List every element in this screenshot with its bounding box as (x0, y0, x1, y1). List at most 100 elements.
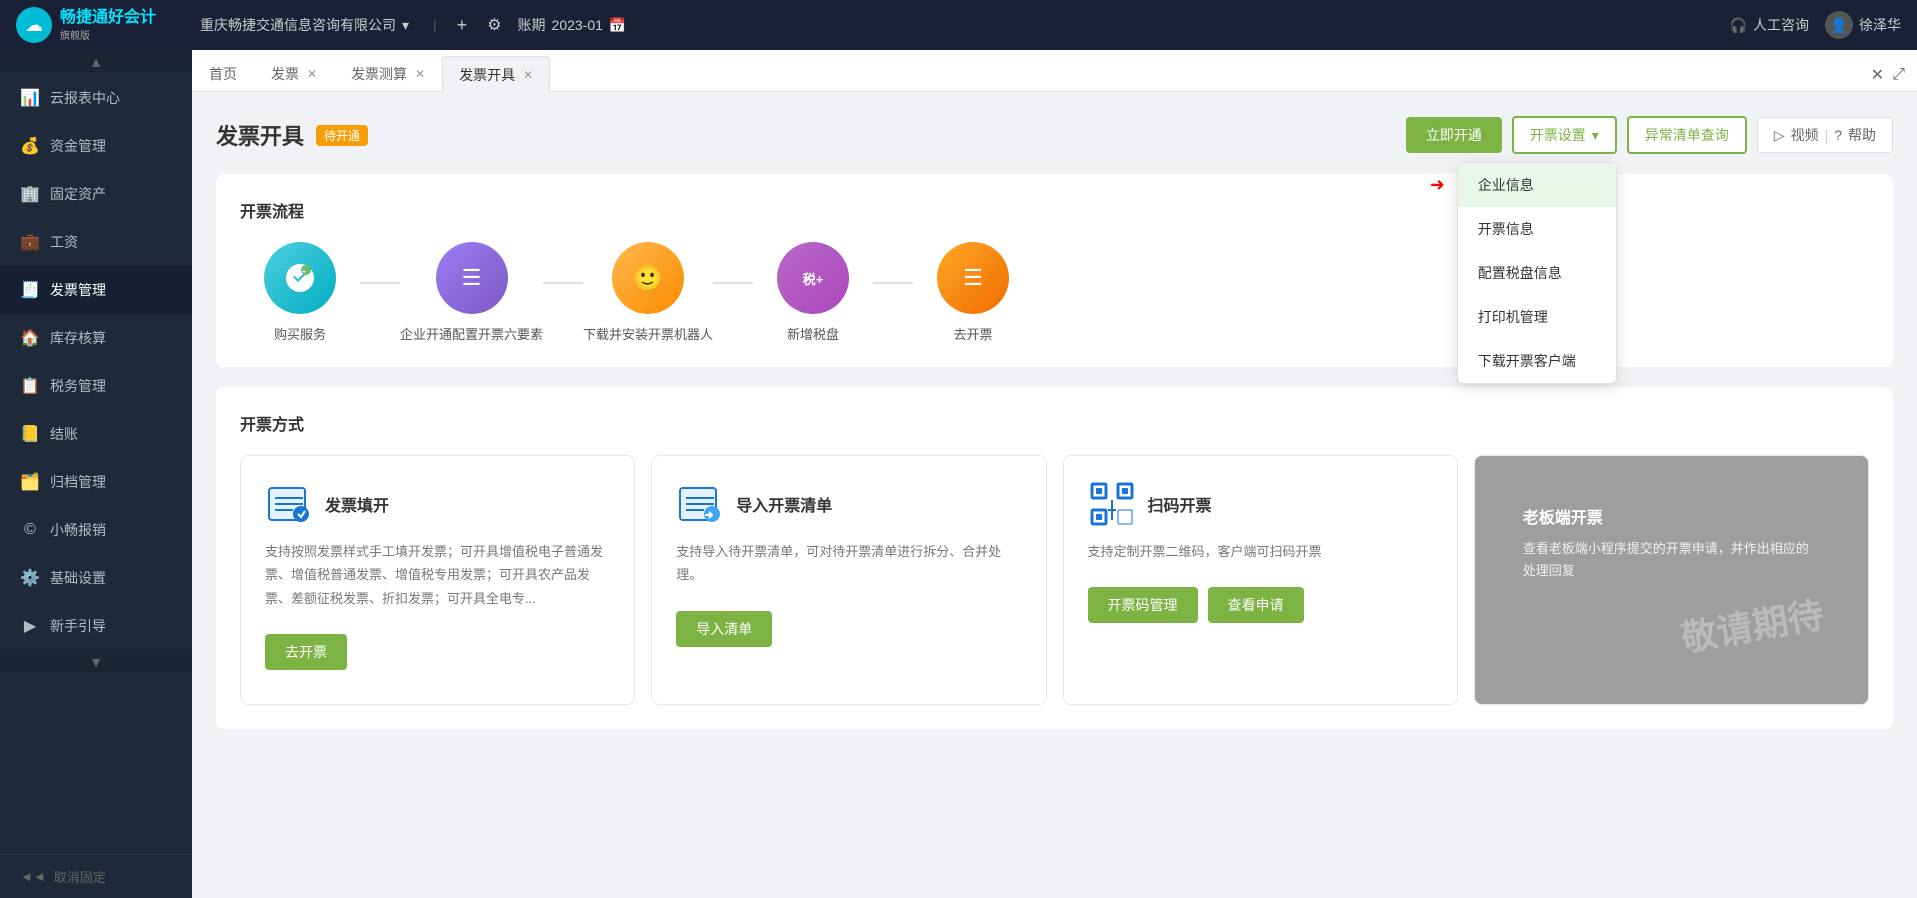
maximize-button[interactable]: ⤢ (1892, 66, 1905, 84)
settings-button[interactable]: 开票设置 ▾ (1512, 116, 1617, 154)
dropdown-item-tax-config[interactable]: 配置税盘信息 (1458, 251, 1616, 295)
tab-close-button[interactable]: ✕ (415, 67, 425, 81)
chart-icon: 📊 (20, 88, 40, 108)
username: 徐泽华 (1859, 15, 1901, 35)
consultant-button[interactable]: 🎧 人工咨询 (1730, 15, 1809, 35)
chevron-down-icon: ▾ (402, 17, 409, 34)
calendar-icon[interactable]: 📅 (609, 17, 626, 34)
tab-close-button[interactable]: ✕ (307, 67, 317, 81)
play-circle-icon: ▷ (1774, 127, 1785, 144)
content-area: 首页 发票 ✕ 发票测算 ✕ 发票开具 ✕ ✕ ⤢ (192, 50, 1917, 898)
top-right: 🎧 人工咨询 👤 徐泽华 (1730, 11, 1901, 39)
invoice-icon: 🧾 (20, 280, 40, 300)
tab-bar: 首页 发票 ✕ 发票测算 ✕ 发票开具 ✕ ✕ ⤢ (192, 50, 1917, 92)
archive-icon: 🗂️ (20, 472, 40, 492)
user-info[interactable]: 👤 徐泽华 (1825, 11, 1901, 39)
method-card-scan: 扫码开票 支持定制开票二维码，客户端可扫码开票 开票码管理 查看申请 (1063, 455, 1458, 705)
close-tab-button[interactable]: ✕ (1871, 65, 1884, 85)
tab-invoice[interactable]: 发票 ✕ (254, 55, 334, 91)
consultant-label: 人工咨询 (1753, 15, 1809, 35)
tab-invoice-issue[interactable]: 发票开具 ✕ (442, 56, 550, 92)
avatar: 👤 (1825, 11, 1853, 39)
qr-manage-button[interactable]: 开票码管理 (1088, 587, 1198, 623)
page-content: 发票开具 待开通 立即开通 开票设置 ▾ ➜ (192, 92, 1917, 898)
tab-invoice-calc[interactable]: 发票测算 ✕ (334, 55, 442, 91)
sidebar-item-label: 结账 (50, 424, 78, 444)
manual-invoice-button[interactable]: 去开票 (265, 634, 347, 670)
dropdown-item-download-client[interactable]: 下载开票客户端 (1458, 339, 1616, 383)
import-list-button[interactable]: 导入清单 (676, 611, 772, 647)
svg-text:+: + (302, 267, 307, 276)
process-icon-2: ☰ (436, 242, 508, 314)
activate-button[interactable]: 立即开通 (1406, 117, 1502, 153)
play-icon: ▶ (20, 616, 40, 636)
sidebar-item-tax-mgmt[interactable]: 📋 税务管理 (0, 362, 192, 410)
process-step-3: 🙂 下载并安装开票机器人 (583, 242, 713, 343)
view-apply-button[interactable]: 查看申请 (1208, 587, 1304, 623)
abnormal-list-button[interactable]: 异常清单查询 (1627, 116, 1747, 154)
video-help-button[interactable]: ▷ 视频 | ? 帮助 (1757, 117, 1893, 153)
sidebar-item-label: 税务管理 (50, 376, 106, 396)
sidebar-item-new-guide[interactable]: ▶ 新手引导 (0, 602, 192, 650)
tab-home[interactable]: 首页 (192, 55, 254, 91)
sidebar-item-label: 工资 (50, 232, 78, 252)
sidebar-item-fixed-assets[interactable]: 🏢 固定资产 (0, 170, 192, 218)
dropdown-item-printer[interactable]: 打印机管理 (1458, 295, 1616, 339)
sidebar-item-archive[interactable]: 🗂️ 归档管理 (0, 458, 192, 506)
method-title-import: 导入开票清单 (736, 492, 832, 516)
dropdown-item-company[interactable]: ➜ 企业信息 (1458, 163, 1616, 207)
process-step-2: ☰ 企业开通配置开票六要素 (400, 242, 543, 343)
boss-card-content: 老板端开票 查看老板端小程序提交的开票申请，并作出相应的处理回复 敬请期待 (1499, 480, 1844, 680)
process-step-4: 税+ 新增税盘 (753, 242, 873, 343)
process-connector (360, 282, 400, 284)
process-icon-3: 🙂 (612, 242, 684, 314)
sidebar-item-payroll[interactable]: 💼 工资 (0, 218, 192, 266)
process-step-5: ☰ 去开票 (913, 242, 1033, 343)
process-section: 开票流程 + 购买服务 ☰ 企业开通配置开票六 (216, 174, 1893, 367)
tab-close-button[interactable]: ✕ (523, 68, 533, 82)
logo-icon: ☁ (16, 7, 52, 43)
sidebar-item-inventory[interactable]: 🏠 库存核算 (0, 314, 192, 362)
process-connector (543, 282, 583, 284)
tax-icon: 📋 (20, 376, 40, 396)
scan-buttons: 开票码管理 查看申请 (1088, 579, 1433, 623)
sidebar-item-label: 云报表中心 (50, 88, 120, 108)
sidebar-item-invoice-mgmt[interactable]: 🧾 发票管理 (0, 266, 192, 314)
method-icon-manual (265, 480, 313, 528)
method-title-manual: 发票填开 (325, 492, 389, 516)
briefcase-icon: 💼 (20, 232, 40, 252)
dropdown-item-invoice-info[interactable]: 开票信息 (1458, 207, 1616, 251)
company-selector[interactable]: 重庆畅捷交通信息咨询有限公司 ▾ (192, 11, 417, 39)
methods-section: 开票方式 (216, 387, 1893, 729)
sidebar-item-label: 基础设置 (50, 568, 106, 588)
sidebar-item-fund-mgmt[interactable]: 💰 资金管理 (0, 122, 192, 170)
scroll-up-button[interactable]: ▲ (0, 50, 192, 74)
sidebar-item-expense[interactable]: © 小畅报销 (0, 506, 192, 554)
home-icon: 🏠 (20, 328, 40, 348)
dropdown-item-label: 配置税盘信息 (1478, 265, 1562, 281)
boss-desc: 查看老板端小程序提交的开票申请，并作出相应的处理回复 (1523, 538, 1820, 582)
sidebar-item-accounting[interactable]: 📒 结账 (0, 410, 192, 458)
top-bar: ☁ 畅捷通好会计 旗舰版 重庆畅捷交通信息咨询有限公司 ▾ | + ⚙ 账期 2… (0, 0, 1917, 50)
video-label: 视频 (1791, 125, 1819, 145)
period-value: 2023-01 (552, 17, 603, 33)
scroll-down-button[interactable]: ▼ (0, 650, 192, 674)
tab-label: 发票 (271, 64, 299, 84)
cancel-pin-button[interactable]: ◄◄ 取消固定 (0, 854, 192, 898)
method-icon-import (676, 480, 724, 528)
headset-icon: 🎧 (1730, 17, 1747, 34)
gear-icon[interactable]: ⚙ (487, 15, 501, 35)
method-title-scan: 扫码开票 (1148, 492, 1212, 516)
pin-icon: ◄◄ (20, 869, 46, 884)
sidebar-item-label: 发票管理 (50, 280, 106, 300)
sidebar-item-label: 新手引导 (50, 616, 106, 636)
process-icon-5: ☰ (937, 242, 1009, 314)
sidebar-item-basic-settings[interactable]: ⚙️ 基础设置 (0, 554, 192, 602)
sidebar: ▲ 📊 云报表中心 💰 资金管理 🏢 固定资产 💼 工资 🧾 发票管理 (0, 50, 192, 898)
add-company-button[interactable]: + (453, 11, 472, 40)
sidebar-item-cloud-report[interactable]: 📊 云报表中心 (0, 74, 192, 122)
status-badge: 待开通 (316, 125, 368, 146)
coming-soon-text: 敬请期待 (1677, 586, 1828, 662)
main-area: ▲ 📊 云报表中心 💰 资金管理 🏢 固定资产 💼 工资 🧾 发票管理 (0, 50, 1917, 898)
settings-label: 开票设置 (1530, 125, 1586, 145)
